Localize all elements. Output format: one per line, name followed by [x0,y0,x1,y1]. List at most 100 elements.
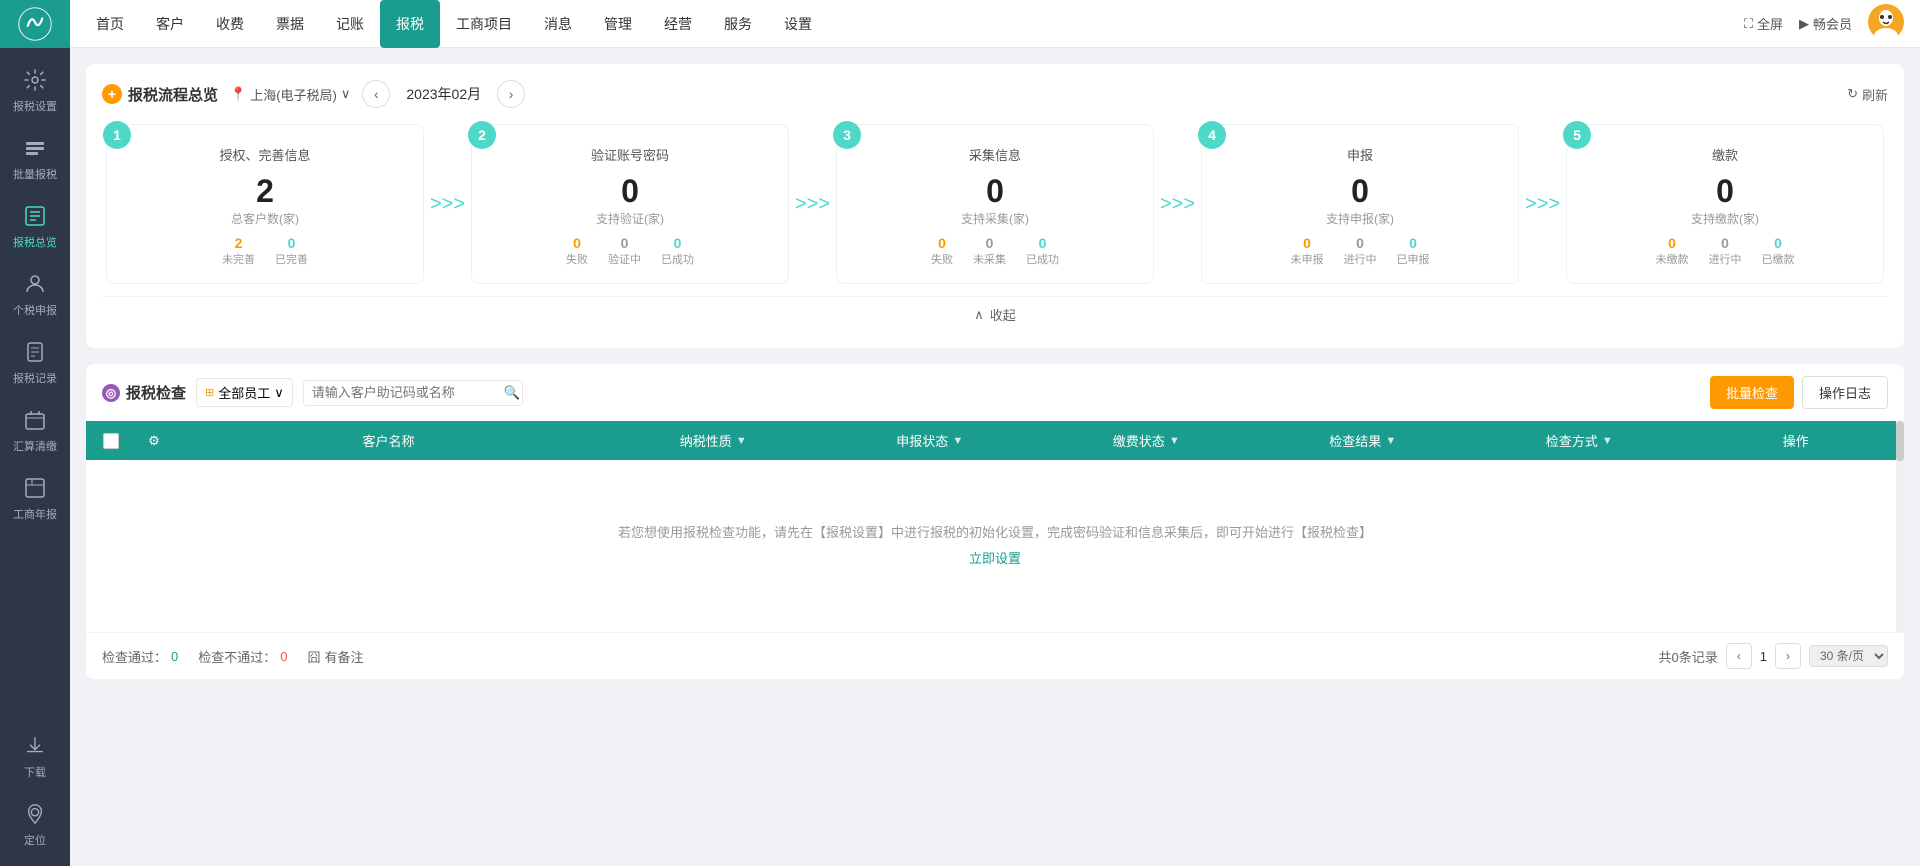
nav-settings[interactable]: 设置 [768,0,828,48]
header-checkbox[interactable] [103,433,119,449]
step-4-count: 0 [1218,172,1502,210]
th-customer-name-text: 客户名称 [362,431,414,450]
operation-log-button[interactable]: 操作日志 [1802,376,1888,409]
payment-filter-icon[interactable]: ▼ [1169,435,1180,447]
sidebar-item-annual-settlement[interactable]: 汇算清缴 [0,396,70,464]
location-selector[interactable]: 📍 上海(电子税局) ∨ [230,85,350,104]
search-input[interactable] [304,381,496,404]
sidebar-label-tax-settings: 报税设置 [13,98,57,114]
th-customer-name: 客户名称 [172,431,605,450]
nav-operation[interactable]: 经营 [648,0,708,48]
check-header: ◎ 报税检查 ⊞ 全部员工 ∨ 🔍 批量检查 操作日志 [86,364,1904,421]
step-5-detail-1-label: 进行中 [1709,251,1742,267]
nav-bill[interactable]: 票据 [260,0,320,48]
nav-home[interactable]: 首页 [80,0,140,48]
vip-btn[interactable]: ▶ 畅会员 [1799,14,1852,33]
logo-area [0,0,70,48]
step-5-detail-0-label: 未缴款 [1656,251,1689,267]
setup-link[interactable]: 立即设置 [969,551,1021,566]
sidebar-item-tax-record[interactable]: 报税记录 [0,328,70,396]
step-2-detail-1: 0 验证中 [608,235,641,267]
fail-label: 检查不通过： [198,647,276,666]
sidebar-item-personal-tax[interactable]: 个税申报 [0,260,70,328]
step-3-detail-0: 0 失败 [931,235,953,267]
employee-selector[interactable]: ⊞ 全部员工 ∨ [196,378,293,407]
location-text: 上海(电子税局) [250,85,337,104]
month-nav: ‹ 2023年02月 › [362,80,525,108]
nav-service[interactable]: 服务 [708,0,768,48]
step-5-title: 缴款 [1583,145,1867,164]
step-3-title: 采集信息 [853,145,1137,164]
search-button[interactable]: 🔍 [496,381,523,405]
nav-business[interactable]: 工商项目 [440,0,528,48]
tax-nature-filter-icon[interactable]: ▼ [736,435,747,447]
th-check-method-text: 检查方式 [1546,431,1598,450]
nav-tax[interactable]: 报税 [380,0,440,48]
check-result-filter-icon[interactable]: ▼ [1385,435,1396,447]
fullscreen-btn[interactable]: ⛶ 全屏 [1744,14,1783,33]
step-5-detail-0: 0 未缴款 [1656,235,1689,267]
step-2-detail-1-num: 0 [608,235,641,251]
sidebar-item-location[interactable]: 定位 [21,790,49,858]
nav-accounting[interactable]: 记账 [320,0,380,48]
main-layout: 报税设置 批量报税 报税总览 [0,48,1920,866]
step-1-title: 授权、完善信息 [123,145,407,164]
arrow-4: >>> [1523,124,1562,284]
employee-icon: ⊞ [205,386,214,399]
sidebar-item-batch-tax[interactable]: 批量报税 [0,124,70,192]
step-2-detail-0: 0 失败 [566,235,588,267]
prev-page-btn[interactable]: ‹ [1726,643,1752,669]
check-method-filter-icon[interactable]: ▼ [1602,435,1613,447]
nav-customer[interactable]: 客户 [140,0,200,48]
avatar[interactable] [1868,4,1904,43]
refresh-icon: ↻ [1847,86,1858,102]
pass-count[interactable]: 0 [171,649,178,664]
check-icon: ◎ [102,384,120,402]
nav-management[interactable]: 管理 [588,0,648,48]
sidebar-item-tax-settings[interactable]: 报税设置 [0,56,70,124]
next-month-btn[interactable]: › [497,80,525,108]
step-5-details: 0 未缴款 0 进行中 0 已缴款 [1583,235,1867,267]
note-label: 有备注 [325,647,364,666]
per-page-select[interactable]: 30 条/页 [1809,645,1888,667]
location-icon [21,800,49,828]
scrollbar-thumb[interactable] [1896,421,1904,461]
th-check-result: 检查结果 ▼ [1255,431,1472,450]
sidebar-item-tax-overview[interactable]: 报税总览 [0,192,70,260]
note-stat: 囧 有备注 [308,647,364,666]
fail-count[interactable]: 0 [280,649,287,664]
annual-settlement-icon [21,406,49,434]
nav-message[interactable]: 消息 [528,0,588,48]
th-checkbox[interactable] [86,433,136,449]
collapse-label: 收起 [990,305,1016,324]
th-check-result-text: 检查结果 [1329,431,1381,450]
batch-check-button[interactable]: 批量检查 [1710,376,1794,409]
th-gear[interactable]: ⚙ [136,433,172,449]
top-nav: 首页 客户 收费 票据 记账 报税 工商项目 消息 管理 经营 服务 设置 ⛶ … [0,0,1920,48]
step-5-number: 5 [1563,121,1591,149]
step-4-details: 0 未申报 0 进行中 0 已申报 [1218,235,1502,267]
declaration-filter-icon[interactable]: ▼ [952,435,963,447]
nav-fee[interactable]: 收费 [200,0,260,48]
th-operation: 操作 [1688,431,1905,450]
overview-icon: + [102,84,122,104]
sidebar-label-personal-tax: 个税申报 [13,302,57,318]
step-5-count: 0 [1583,172,1867,210]
scrollbar[interactable] [1896,421,1904,632]
step-3-number: 3 [833,121,861,149]
sidebar-item-annual-report[interactable]: 工商年报 [0,464,70,532]
sidebar-item-download[interactable]: 下载 [21,722,49,790]
overview-header: + 报税流程总览 📍 上海(电子税局) ∨ ‹ 2023年02月 › ↻ 刷新 [102,80,1888,108]
refresh-btn[interactable]: ↻ 刷新 [1847,85,1888,104]
th-payment-status: 缴费状态 ▼ [1038,431,1255,450]
tax-settings-icon [21,66,49,94]
prev-month-btn[interactable]: ‹ [362,80,390,108]
personal-tax-icon [21,270,49,298]
step-4-detail-2-num: 0 [1397,235,1430,251]
collapse-btn[interactable]: ∧ 收起 [102,296,1888,332]
table-area: ⚙ 客户名称 纳税性质 ▼ 申报状态 ▼ 缴费状态 ▼ [86,421,1904,632]
sidebar-label-download: 下载 [24,764,46,780]
th-declaration-status-text: 申报状态 [896,431,948,450]
tax-record-icon [21,338,49,366]
next-page-btn[interactable]: › [1775,643,1801,669]
